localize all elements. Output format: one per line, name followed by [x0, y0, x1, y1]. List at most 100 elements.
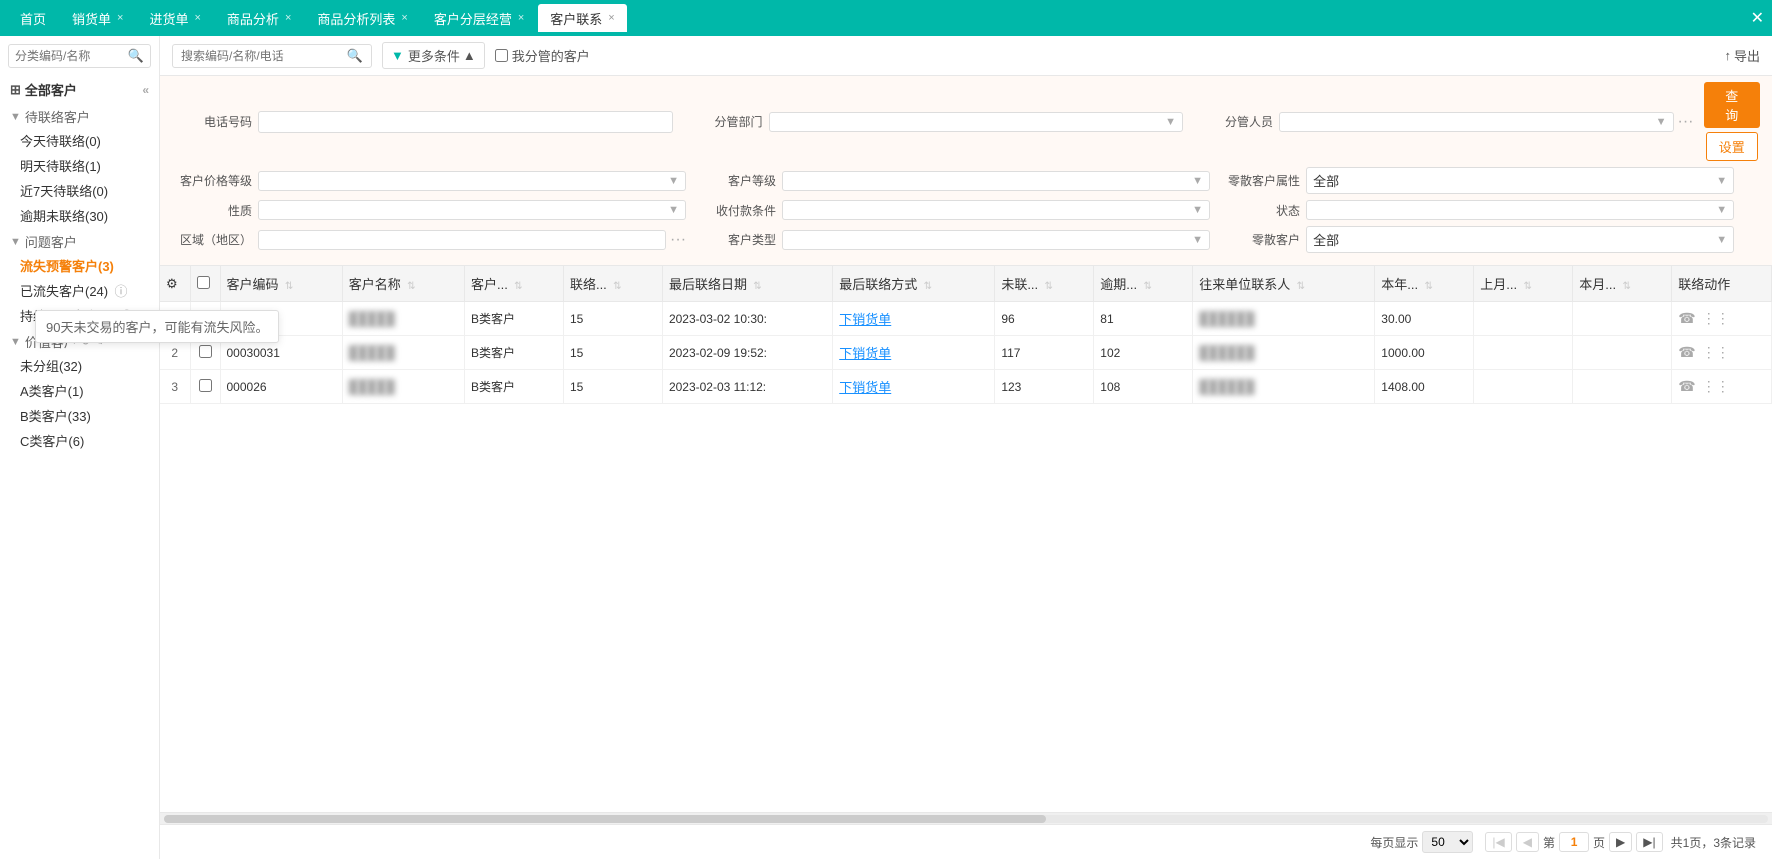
- tab-close-customer-contact[interactable]: ×: [608, 12, 614, 24]
- cell-check[interactable]: [190, 370, 220, 404]
- col-header-this-month[interactable]: 本月... ⇅: [1573, 266, 1672, 302]
- contact-method-link[interactable]: 下销货单: [839, 346, 891, 361]
- filter-select-dept[interactable]: ▼: [769, 112, 1184, 132]
- sidebar-item-churn-warning[interactable]: 流失预警客户(3): [0, 253, 159, 278]
- cell-last-method[interactable]: 下销货单: [833, 302, 995, 336]
- tab-customer-tier[interactable]: 客户分层经营 ×: [422, 4, 536, 32]
- filter-select-manager[interactable]: ▼: [1279, 112, 1674, 132]
- my-customers-checkbox[interactable]: [495, 49, 508, 62]
- tab-close-sales-order[interactable]: ×: [117, 12, 123, 24]
- contact-method-link[interactable]: 下销货单: [839, 312, 891, 327]
- cell-this-year: 1408.00: [1375, 370, 1474, 404]
- last-page-button[interactable]: ▶|: [1636, 832, 1662, 852]
- filter-row-2: 客户价格等级 ▼ 客户等级 ▼ 零散客户属性 全部: [172, 167, 1760, 194]
- section-problem-customers[interactable]: ▼ 问题客户: [0, 228, 159, 253]
- horizontal-scrollbar[interactable]: [160, 812, 1772, 824]
- col-header-last-date[interactable]: 最后联络日期 ⇅: [662, 266, 832, 302]
- filter-select-nature[interactable]: ▼: [258, 200, 686, 220]
- sidebar-search-input[interactable]: [15, 49, 128, 63]
- cell-last-method[interactable]: 下销货单: [833, 370, 995, 404]
- cell-last-method[interactable]: 下销货单: [833, 336, 995, 370]
- cell-overdue: 102: [1094, 336, 1193, 370]
- tab-home[interactable]: 首页: [8, 4, 58, 32]
- tab-close-product-list[interactable]: ×: [401, 12, 407, 24]
- tab-customer-contact[interactable]: 客户联系 ×: [538, 4, 626, 32]
- filter-select-customer-tier[interactable]: ▼: [782, 171, 1210, 191]
- sidebar-item-class-c[interactable]: C类客户(6): [0, 428, 159, 453]
- filter-select-region[interactable]: ▼: [258, 230, 666, 250]
- more-action-icon[interactable]: ⋮⋮: [1702, 344, 1730, 361]
- col-settings[interactable]: ⚙: [160, 266, 190, 302]
- first-page-button[interactable]: |◀: [1485, 832, 1511, 852]
- contact-action-icon[interactable]: ☎: [1678, 378, 1695, 395]
- tab-product-analysis-list[interactable]: 商品分析列表 ×: [305, 4, 419, 32]
- cell-this-month: [1573, 336, 1672, 370]
- cell-this-year: 30.00: [1375, 302, 1474, 336]
- contact-method-link[interactable]: 下销货单: [839, 380, 891, 395]
- advanced-filter-panel: 电话号码 分管部门 ▼ 分管人员 ▼ ···: [160, 76, 1772, 266]
- more-action-icon[interactable]: ⋮⋮: [1702, 310, 1730, 327]
- per-page-select[interactable]: 50 100: [1422, 831, 1473, 853]
- sidebar-item-class-a[interactable]: A类客户(1): [0, 378, 159, 403]
- sidebar-item-overdue-contact[interactable]: 逾期未联络(30): [0, 203, 159, 228]
- filter-input-phone[interactable]: [258, 111, 673, 133]
- more-conditions-button[interactable]: ▼ 更多条件 ▲: [382, 42, 485, 69]
- tab-purchase-order[interactable]: 进货单 ×: [137, 4, 212, 32]
- scrollbar-thumb[interactable]: [164, 815, 1046, 823]
- settings-button[interactable]: 设置: [1706, 132, 1758, 161]
- dots-icon-manager[interactable]: ···: [1678, 113, 1694, 131]
- col-header-overdue[interactable]: 逾期... ⇅: [1094, 266, 1193, 302]
- filter-search-wrap[interactable]: 🔍: [172, 44, 372, 68]
- all-customers-header[interactable]: ⊞ 全部客户 «: [0, 76, 159, 103]
- filter-select-customer-type[interactable]: ▼: [782, 230, 1210, 250]
- filter-select-retail-customer[interactable]: 全部 ▼: [1306, 226, 1734, 253]
- filter-select-status[interactable]: ▼: [1306, 200, 1734, 220]
- tab-close-product-analysis[interactable]: ×: [285, 12, 291, 24]
- tab-product-analysis[interactable]: 商品分析 ×: [215, 4, 303, 32]
- section-arrow-pending: ▼: [10, 111, 21, 123]
- select-all-checkbox[interactable]: [197, 276, 210, 289]
- page-number-input[interactable]: [1559, 832, 1589, 852]
- col-header-code[interactable]: 客户编码 ⇅: [220, 266, 342, 302]
- prev-page-button[interactable]: ◀: [1516, 832, 1539, 852]
- section-pending-contact[interactable]: ▼ 待联络客户: [0, 103, 159, 128]
- col-header-no-contact[interactable]: 未联... ⇅: [995, 266, 1094, 302]
- col-header-last-method[interactable]: 最后联络方式 ⇅: [833, 266, 995, 302]
- chevron-down-icon-dept: ▼: [1165, 116, 1176, 128]
- filter-select-price-tier[interactable]: ▼: [258, 171, 686, 191]
- more-action-icon[interactable]: ⋮⋮: [1702, 378, 1730, 395]
- sidebar-item-churned[interactable]: 已流失客户(24) ⓘ: [0, 278, 159, 303]
- col-header-name[interactable]: 客户名称 ⇅: [342, 266, 464, 302]
- col-header-last-month[interactable]: 上月... ⇅: [1474, 266, 1573, 302]
- col-header-this-year[interactable]: 本年... ⇅: [1375, 266, 1474, 302]
- tab-sales-order[interactable]: 销货单 ×: [60, 4, 135, 32]
- col-header-contact[interactable]: 联络... ⇅: [563, 266, 662, 302]
- next-page-button[interactable]: ▶: [1609, 832, 1632, 852]
- window-close-button[interactable]: ✕: [1751, 8, 1764, 28]
- export-button[interactable]: ↑ 导出: [1724, 46, 1760, 65]
- my-customers-checkbox-wrap[interactable]: 我分管的客户: [495, 46, 590, 65]
- sidebar-item-ungrouped[interactable]: 未分组(32): [0, 353, 159, 378]
- filter-select-retail-attr[interactable]: 全部 ▼: [1306, 167, 1734, 194]
- row-checkbox[interactable]: [199, 379, 212, 392]
- filter-search-input[interactable]: [181, 49, 343, 63]
- sidebar-item-today-contact[interactable]: 今天待联络(0): [0, 128, 159, 153]
- filter-field-retail-attr: 零散客户属性 全部 ▼: [1220, 167, 1744, 194]
- filter-select-payment[interactable]: ▼: [782, 200, 1210, 220]
- col-header-contact-person[interactable]: 往来单位联系人 ⇅: [1193, 266, 1375, 302]
- contact-action-icon[interactable]: ☎: [1678, 310, 1695, 327]
- col-header-type[interactable]: 客户... ⇅: [464, 266, 563, 302]
- sidebar-search-wrap[interactable]: 🔍: [8, 44, 151, 68]
- query-button[interactable]: 查询: [1704, 82, 1760, 128]
- col-check-all[interactable]: [190, 266, 220, 302]
- sidebar-item-tomorrow-contact[interactable]: 明天待联络(1): [0, 153, 159, 178]
- contact-action-icon[interactable]: ☎: [1678, 344, 1695, 361]
- row-checkbox[interactable]: [199, 345, 212, 358]
- tab-close-purchase[interactable]: ×: [194, 12, 200, 24]
- cell-name: █████: [342, 302, 464, 336]
- sidebar-item-7day-contact[interactable]: 近7天待联络(0): [0, 178, 159, 203]
- sidebar-item-class-b[interactable]: B类客户(33): [0, 403, 159, 428]
- dots-icon-region[interactable]: ···: [670, 231, 686, 249]
- tab-close-customer-tier[interactable]: ×: [518, 12, 524, 24]
- chevron-down-icon-nature: ▼: [668, 204, 679, 216]
